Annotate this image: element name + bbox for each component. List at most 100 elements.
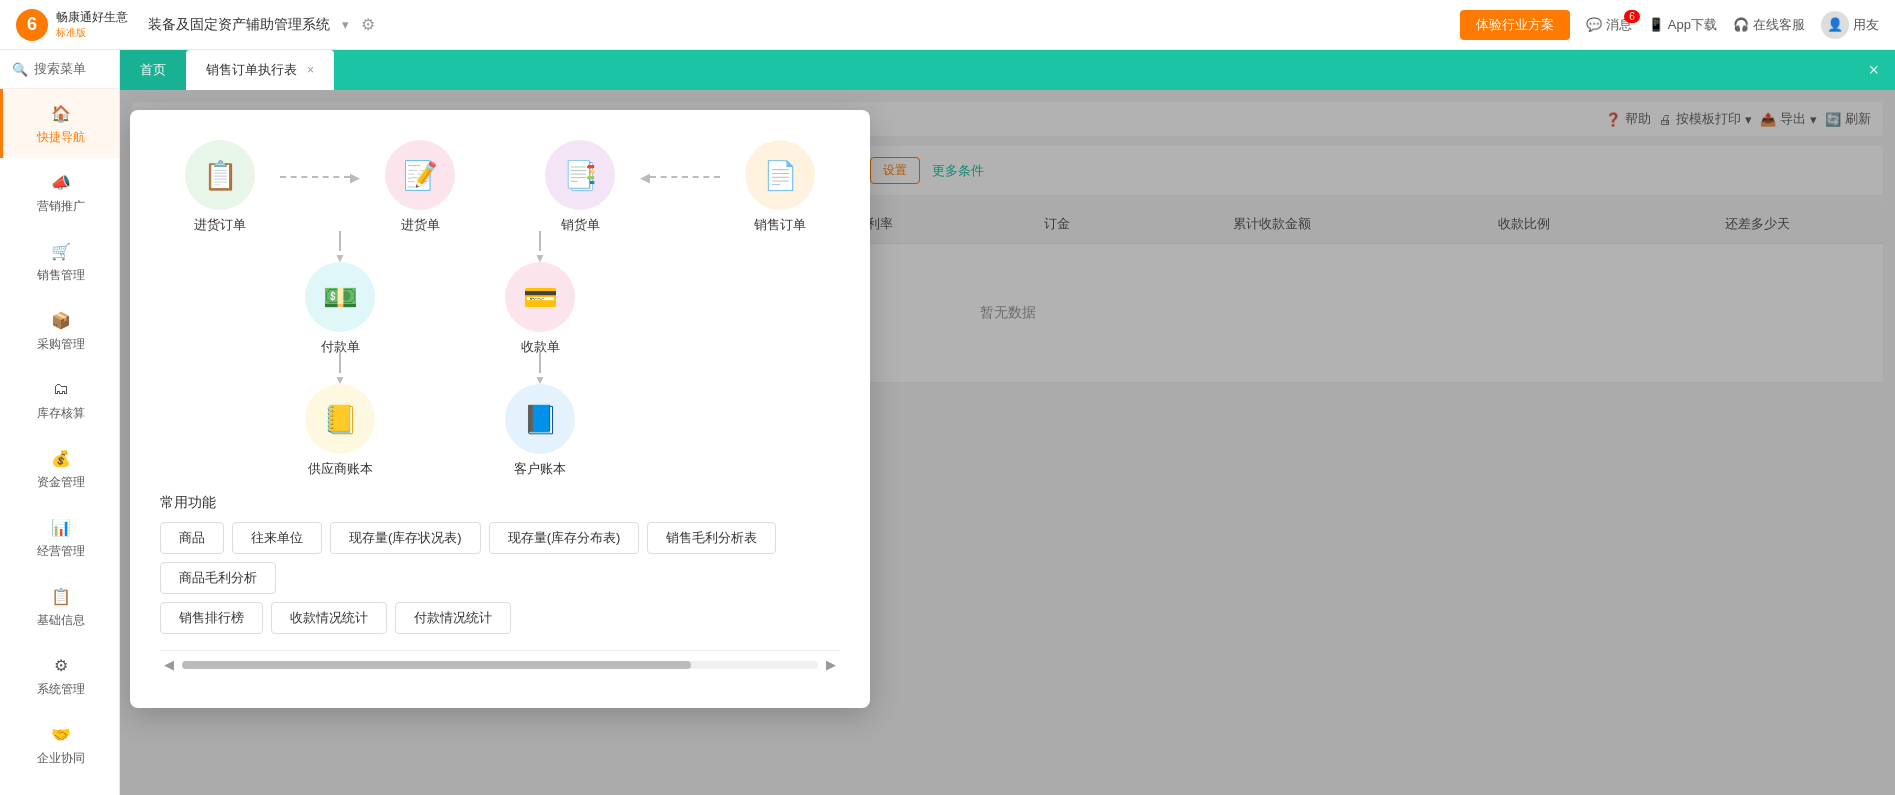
app-download-label: App下载 xyxy=(1668,16,1717,34)
tab-close-icon[interactable]: × xyxy=(307,63,314,77)
purchase-bill-circle: 📝 xyxy=(385,140,455,210)
phone-icon: 📱 xyxy=(1648,17,1664,32)
search-menu[interactable]: 🔍 搜索菜单 xyxy=(0,50,119,89)
func-btn-sales-margin[interactable]: 销售毛利分析表 xyxy=(647,522,776,554)
tab-sales-orders[interactable]: 销售订单执行表 × xyxy=(186,50,334,90)
func-btn-sales-rank[interactable]: 销售排行榜 xyxy=(160,602,263,634)
sales-order-icon: 📄 xyxy=(763,159,798,192)
payment-circle: 💵 xyxy=(305,262,375,332)
headset-icon: 🎧 xyxy=(1733,17,1749,32)
func-btn-product-margin[interactable]: 商品毛利分析 xyxy=(160,562,276,594)
logo-area: 6 畅康通好生意 标准版 xyxy=(16,9,136,41)
avatar: 👤 xyxy=(1821,11,1849,39)
message-badge: 6 xyxy=(1624,10,1640,23)
sidebar-item-sales[interactable]: 🛒 销售管理 xyxy=(0,227,119,296)
flow-item-sales-bill[interactable]: 📑 销货单 xyxy=(520,140,640,234)
purchase-icon: 📦 xyxy=(49,308,73,332)
scroll-right-arrow[interactable]: ▶ xyxy=(822,657,840,672)
func-btn-product[interactable]: 商品 xyxy=(160,522,224,554)
func-btn-payment-stats[interactable]: 付款情况统计 xyxy=(395,602,511,634)
purchase-bill-label: 进货单 xyxy=(401,216,440,234)
scroll-track[interactable] xyxy=(182,661,818,669)
message-btn[interactable]: 💬 消息 6 xyxy=(1586,16,1632,34)
user-name: 用友 xyxy=(1853,16,1879,34)
online-service-btn[interactable]: 🎧 在线客服 xyxy=(1733,16,1805,34)
supplier-ledger-icon: 📒 xyxy=(323,403,358,436)
flow-diagram: 📋 进货订单 ▶ xyxy=(160,140,840,478)
logo-icon: 6 xyxy=(16,9,48,41)
finance-icon: 💰 xyxy=(49,446,73,470)
main-layout: 🔍 搜索菜单 🏠 快捷导航 📣 营销推广 🛒 销售管理 📦 采购管理 🗂 xyxy=(0,50,1895,795)
flow-item-purchase-bill[interactable]: 📝 进货单 xyxy=(360,140,480,234)
purchase-bill-icon: 📝 xyxy=(403,159,438,192)
modal-dialog: 📋 进货订单 ▶ xyxy=(130,110,870,708)
receipt-icon: 💳 xyxy=(523,281,558,314)
purchase-order-circle: 📋 xyxy=(185,140,255,210)
chevron-down-icon[interactable]: ▾ xyxy=(342,17,349,32)
sidebar-item-beginner[interactable]: 📖 新手引导 xyxy=(0,779,119,795)
modal-overlay[interactable]: 📋 进货订单 ▶ xyxy=(120,90,1895,795)
sidebar-label-inventory: 库存核算 xyxy=(37,405,85,422)
cooperation-icon: 🤝 xyxy=(49,722,73,746)
func-btn-partners[interactable]: 往来单位 xyxy=(232,522,322,554)
online-service-label: 在线客服 xyxy=(1753,16,1805,34)
sidebar-label-basic-info: 基础信息 xyxy=(37,612,85,629)
scroll-left-arrow[interactable]: ◀ xyxy=(160,657,178,672)
sidebar-item-quick-nav[interactable]: 🏠 快捷导航 xyxy=(0,89,119,158)
tab-spacer xyxy=(334,50,1852,90)
sidebar-label-system: 系统管理 xyxy=(37,681,85,698)
flow-item-supplier-ledger[interactable]: 📒 供应商账本 xyxy=(280,384,400,478)
sidebar-label-sales: 销售管理 xyxy=(37,267,85,284)
tab-close-right-btn[interactable]: × xyxy=(1852,50,1895,90)
flow-item-sales-order[interactable]: 📄 销售订单 xyxy=(720,140,840,234)
user-icon: 👤 xyxy=(1827,17,1843,32)
top-bar-actions: 体验行业方案 💬 消息 6 📱 App下载 🎧 在线客服 👤 用友 xyxy=(1460,10,1879,40)
home-icon: 🏠 xyxy=(49,101,73,125)
scrollbar-area: ◀ ▶ xyxy=(160,650,840,678)
supplier-ledger-label: 供应商账本 xyxy=(308,460,373,478)
user-btn[interactable]: 👤 用友 xyxy=(1821,11,1879,39)
search-menu-label: 搜索菜单 xyxy=(34,60,86,78)
tab-sales-orders-label: 销售订单执行表 xyxy=(206,61,297,79)
func-btn-stock-status[interactable]: 现存量(库存状况表) xyxy=(330,522,481,554)
supplier-ledger-circle: 📒 xyxy=(305,384,375,454)
flow-item-receipt[interactable]: 💳 收款单 xyxy=(480,262,600,356)
logo-sub-text: 标准版 xyxy=(56,26,128,39)
sidebar-item-system[interactable]: ⚙ 系统管理 xyxy=(0,641,119,710)
flow-item-customer-ledger[interactable]: 📘 客户账本 xyxy=(480,384,600,478)
sales-icon: 🛒 xyxy=(49,239,73,263)
basic-info-icon: 📋 xyxy=(49,584,73,608)
sidebar-item-operations[interactable]: 📊 经营管理 xyxy=(0,503,119,572)
sidebar-item-marketing[interactable]: 📣 营销推广 xyxy=(0,158,119,227)
func-btn-receipt-stats[interactable]: 收款情况统计 xyxy=(271,602,387,634)
gear-icon[interactable]: ⚙ xyxy=(361,15,375,34)
app-download-btn[interactable]: 📱 App下载 xyxy=(1648,16,1717,34)
flow-item-payment[interactable]: 💵 付款单 xyxy=(280,262,400,356)
sidebar-item-basic-info[interactable]: 📋 基础信息 xyxy=(0,572,119,641)
tab-home[interactable]: 首页 xyxy=(120,50,186,90)
sidebar-item-inventory[interactable]: 🗂 库存核算 xyxy=(0,365,119,434)
sidebar-label-quick-nav: 快捷导航 xyxy=(37,129,85,146)
flow-item-purchase-order[interactable]: 📋 进货订单 xyxy=(160,140,280,234)
page-content: ❓ 帮助 🖨 按模板打印 ▾ 📤 导出 ▾ xyxy=(120,90,1895,795)
sidebar-label-cooperation: 企业协同 xyxy=(37,750,85,767)
marketing-icon: 📣 xyxy=(49,170,73,194)
search-icon: 🔍 xyxy=(12,62,28,77)
sales-order-circle: 📄 xyxy=(745,140,815,210)
purchase-order-label: 进货订单 xyxy=(194,216,246,234)
func-btn-stock-dist[interactable]: 现存量(库存分布表) xyxy=(489,522,640,554)
tab-bar: 首页 销售订单执行表 × × xyxy=(120,50,1895,90)
top-bar: 6 畅康通好生意 标准版 装备及固定资产辅助管理系统 ▾ ⚙ 体验行业方案 💬 … xyxy=(0,0,1895,50)
payment-icon: 💵 xyxy=(323,281,358,314)
customer-ledger-circle: 📘 xyxy=(505,384,575,454)
sales-bill-label: 销货单 xyxy=(561,216,600,234)
sidebar-item-finance[interactable]: 💰 资金管理 xyxy=(0,434,119,503)
sidebar-item-cooperation[interactable]: 🤝 企业协同 xyxy=(0,710,119,779)
tab-home-label: 首页 xyxy=(140,61,166,79)
receipt-circle: 💳 xyxy=(505,262,575,332)
experience-btn[interactable]: 体验行业方案 xyxy=(1460,10,1570,40)
func-buttons: 商品 往来单位 现存量(库存状况表) 现存量(库存分布表) 销售毛利分析表 商品… xyxy=(160,522,840,594)
sidebar-item-purchase[interactable]: 📦 采购管理 xyxy=(0,296,119,365)
sales-order-label: 销售订单 xyxy=(754,216,806,234)
sidebar-label-operations: 经营管理 xyxy=(37,543,85,560)
